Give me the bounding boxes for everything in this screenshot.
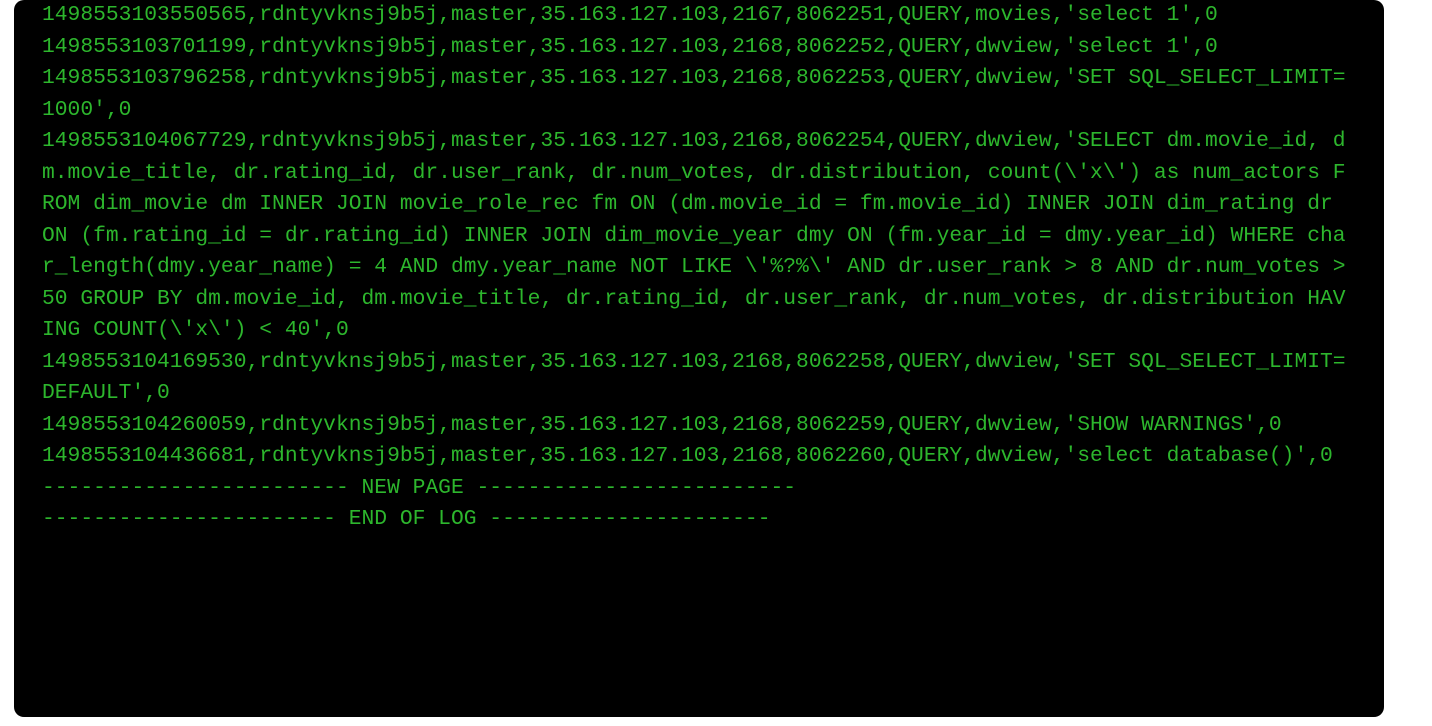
terminal-window[interactable]: 1498553103550565,rdntyvknsj9b5j,master,3… bbox=[14, 0, 1384, 717]
log-output: 1498553103550565,rdntyvknsj9b5j,master,3… bbox=[42, 0, 1356, 536]
